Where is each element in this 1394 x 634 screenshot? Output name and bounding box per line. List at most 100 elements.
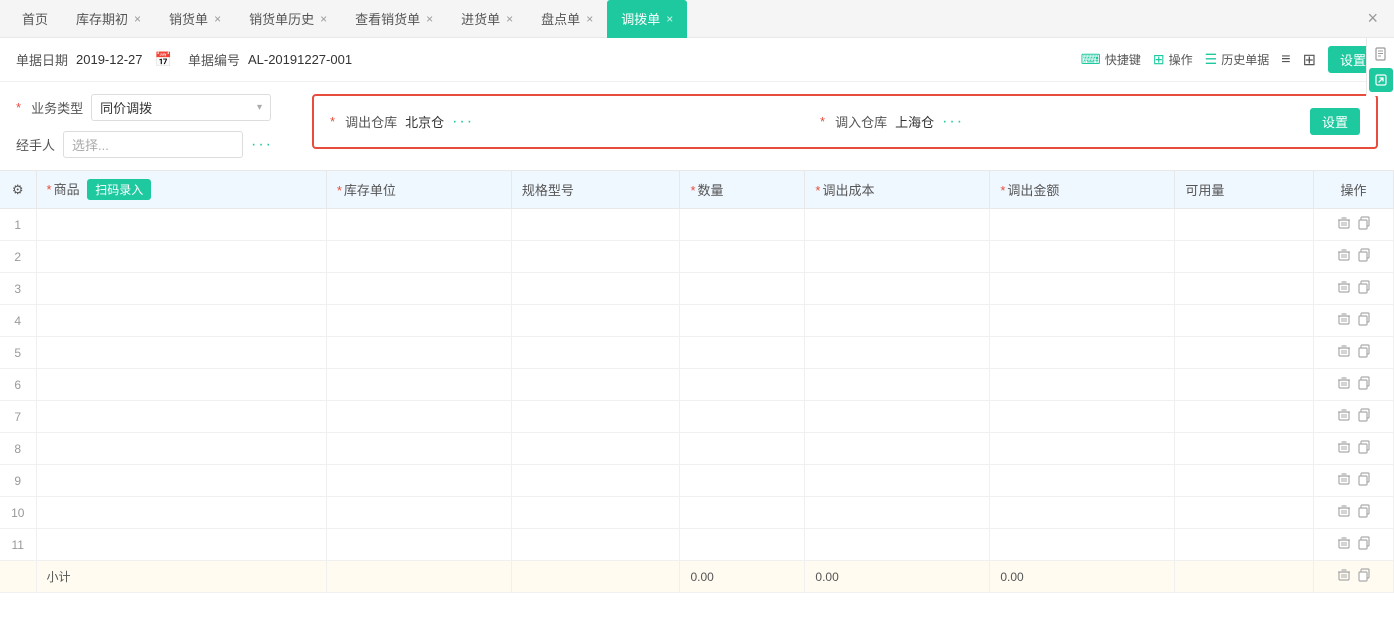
out-warehouse-more-btn[interactable]: ··· [452, 113, 474, 131]
row-delete-icon-11[interactable] [1337, 536, 1351, 553]
row-copy-icon-5[interactable] [1357, 344, 1371, 361]
row-delete-icon-9[interactable] [1337, 472, 1351, 489]
row-product-2[interactable] [36, 241, 326, 273]
row-qty-1[interactable] [680, 209, 805, 241]
tab-close-view-sales[interactable]: × [426, 12, 433, 26]
table-settings-col-header[interactable]: ⚙ [0, 171, 36, 209]
row-amount-2[interactable] [990, 241, 1175, 273]
history-btn[interactable]: ☰ 历史单据 [1205, 51, 1270, 68]
tab-close-sales-history[interactable]: × [320, 12, 327, 26]
row-cost-10[interactable] [805, 497, 990, 529]
subtotal-copy-icon[interactable] [1357, 568, 1371, 585]
row-qty-10[interactable] [680, 497, 805, 529]
view-list-btn[interactable]: ≡ [1281, 51, 1290, 69]
subtotal-delete-icon[interactable] [1337, 568, 1351, 585]
tab-stocktake[interactable]: 盘点单 × [527, 0, 607, 38]
row-copy-icon-4[interactable] [1357, 312, 1371, 329]
calendar-icon[interactable]: 📅 [155, 51, 172, 68]
handler-more-btn[interactable]: ··· [251, 136, 273, 154]
row-amount-7[interactable] [990, 401, 1175, 433]
row-delete-icon-7[interactable] [1337, 408, 1351, 425]
tab-close-transfer[interactable]: × [666, 12, 673, 26]
row-product-1[interactable] [36, 209, 326, 241]
row-product-9[interactable] [36, 465, 326, 497]
tab-close-stocktake[interactable]: × [586, 12, 593, 26]
row-amount-11[interactable] [990, 529, 1175, 561]
handler-select[interactable]: 选择... [63, 131, 243, 158]
tab-close-inventory-init[interactable]: × [134, 12, 141, 26]
row-copy-icon-8[interactable] [1357, 440, 1371, 457]
row-qty-2[interactable] [680, 241, 805, 273]
row-cost-5[interactable] [805, 337, 990, 369]
row-qty-5[interactable] [680, 337, 805, 369]
window-close-btn[interactable]: × [1359, 8, 1386, 29]
row-qty-6[interactable] [680, 369, 805, 401]
row-cost-8[interactable] [805, 433, 990, 465]
tab-close-purchase-order[interactable]: × [506, 12, 513, 26]
row-cost-7[interactable] [805, 401, 990, 433]
row-cost-9[interactable] [805, 465, 990, 497]
in-warehouse-more-btn[interactable]: ··· [942, 113, 964, 131]
row-delete-icon-10[interactable] [1337, 504, 1351, 521]
row-product-8[interactable] [36, 433, 326, 465]
row-amount-3[interactable] [990, 273, 1175, 305]
sidebar-link-icon[interactable] [1369, 68, 1393, 92]
row-copy-icon-10[interactable] [1357, 504, 1371, 521]
view-grid-btn[interactable]: ⊞ [1303, 50, 1316, 70]
row-product-10[interactable] [36, 497, 326, 529]
row-product-11[interactable] [36, 529, 326, 561]
row-delete-icon-8[interactable] [1337, 440, 1351, 457]
operation-btn[interactable]: ⊞ 操作 [1153, 51, 1193, 68]
sidebar-doc-icon[interactable] [1369, 42, 1393, 66]
row-cost-3[interactable] [805, 273, 990, 305]
row-cost-6[interactable] [805, 369, 990, 401]
row-amount-6[interactable] [990, 369, 1175, 401]
row-qty-7[interactable] [680, 401, 805, 433]
row-qty-9[interactable] [680, 465, 805, 497]
row-product-7[interactable] [36, 401, 326, 433]
row-product-6[interactable] [36, 369, 326, 401]
tab-transfer[interactable]: 调拨单 × [607, 0, 687, 38]
tab-sales-history[interactable]: 销货单历史 × [235, 0, 341, 38]
row-qty-4[interactable] [680, 305, 805, 337]
row-qty-11[interactable] [680, 529, 805, 561]
tab-inventory-init[interactable]: 库存期初 × [62, 0, 155, 38]
row-product-3[interactable] [36, 273, 326, 305]
row-amount-4[interactable] [990, 305, 1175, 337]
row-copy-icon-3[interactable] [1357, 280, 1371, 297]
row-product-5[interactable] [36, 337, 326, 369]
row-copy-icon-11[interactable] [1357, 536, 1371, 553]
row-delete-icon-1[interactable] [1337, 216, 1351, 233]
row-delete-icon-5[interactable] [1337, 344, 1351, 361]
row-copy-icon-9[interactable] [1357, 472, 1371, 489]
row-copy-icon-6[interactable] [1357, 376, 1371, 393]
shortcut-btn[interactable]: ⌨ 快捷键 [1081, 51, 1141, 68]
row-delete-icon-4[interactable] [1337, 312, 1351, 329]
row-amount-5[interactable] [990, 337, 1175, 369]
row-copy-icon-7[interactable] [1357, 408, 1371, 425]
row-amount-8[interactable] [990, 433, 1175, 465]
row-qty-8[interactable] [680, 433, 805, 465]
row-qty-3[interactable] [680, 273, 805, 305]
row-amount-9[interactable] [990, 465, 1175, 497]
row-amount-10[interactable] [990, 497, 1175, 529]
row-copy-icon-2[interactable] [1357, 248, 1371, 265]
row-cost-11[interactable] [805, 529, 990, 561]
row-copy-icon-1[interactable] [1357, 216, 1371, 233]
tab-purchase-order[interactable]: 进货单 × [447, 0, 527, 38]
row-delete-icon-2[interactable] [1337, 248, 1351, 265]
row-cost-4[interactable] [805, 305, 990, 337]
biz-type-select[interactable]: 同价调拨 ▾ [91, 94, 271, 121]
row-delete-icon-6[interactable] [1337, 376, 1351, 393]
row-product-4[interactable] [36, 305, 326, 337]
scan-entry-button[interactable]: 扫码录入 [87, 179, 151, 200]
row-cost-2[interactable] [805, 241, 990, 273]
tab-home[interactable]: 首页 [8, 0, 62, 38]
warehouse-settings-button[interactable]: 设置 [1310, 108, 1360, 135]
tab-close-sales-order[interactable]: × [214, 12, 221, 26]
tab-sales-order[interactable]: 销货单 × [155, 0, 235, 38]
tab-view-sales[interactable]: 查看销货单 × [341, 0, 447, 38]
row-cost-1[interactable] [805, 209, 990, 241]
row-amount-1[interactable] [990, 209, 1175, 241]
row-delete-icon-3[interactable] [1337, 280, 1351, 297]
